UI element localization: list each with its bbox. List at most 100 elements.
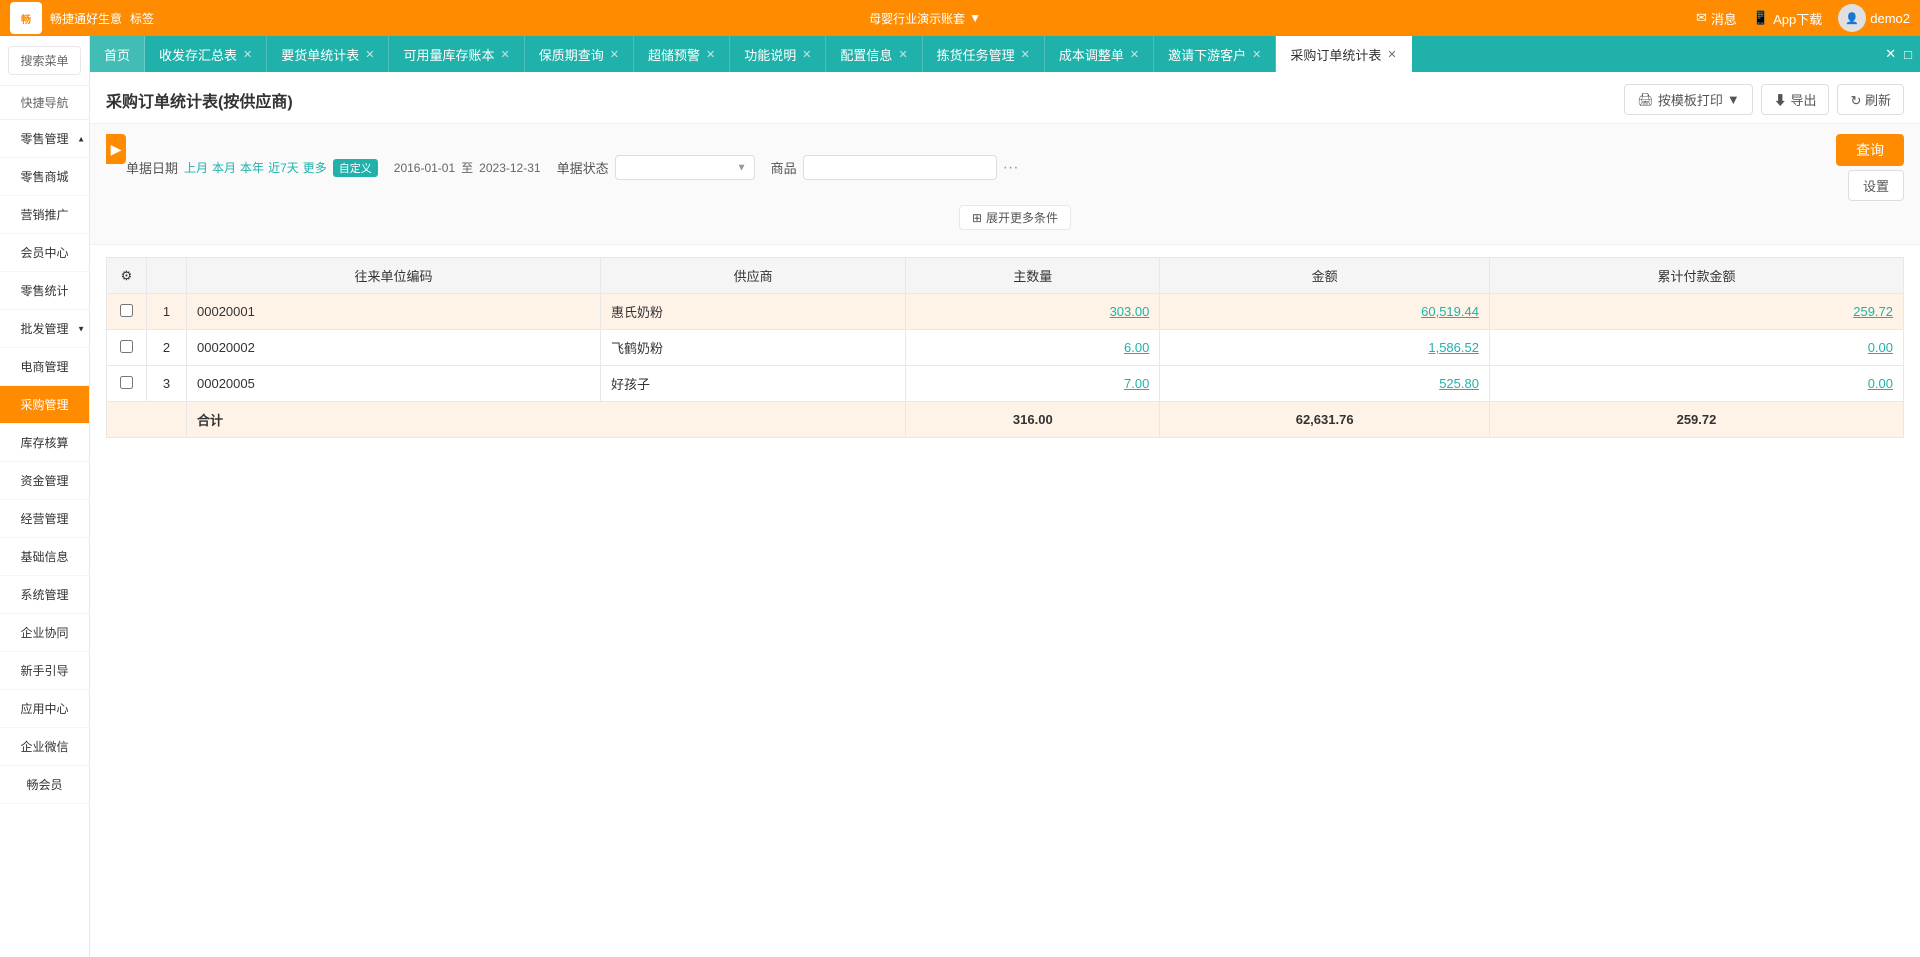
data-table: ⚙ 往来单位编码 供应商 主数量 金额 累计付款金额 1 xyxy=(106,257,1904,438)
sidebar-item-retail-stats[interactable]: 零售统计 xyxy=(0,272,89,310)
sidebar-item-stock-check[interactable]: 库存核算 xyxy=(0,424,89,462)
goods-input[interactable] xyxy=(803,155,997,180)
tab-invite-downstream-close[interactable]: ✕ xyxy=(1252,48,1261,61)
tab-maximize-btn[interactable]: □ xyxy=(1904,47,1912,62)
sidebar-quick-nav[interactable]: 快捷导航 xyxy=(0,86,89,120)
tab-expiry-query-close[interactable]: ✕ xyxy=(610,48,619,61)
row3-check[interactable] xyxy=(107,366,147,402)
table-row: 1 00020001 惠氏奶粉 303.00 60,519.44 259.72 xyxy=(107,294,1904,330)
tab-available-stock-label: 可用量库存账本 xyxy=(403,45,494,64)
shortcut-this-year[interactable]: 本年 xyxy=(240,159,264,176)
tab-cost-adjust-close[interactable]: ✕ xyxy=(1130,48,1139,61)
sidebar-item-enterprise-collab[interactable]: 企业协同 xyxy=(0,614,89,652)
expand-icon: ⊞ xyxy=(972,211,982,225)
tab-config-info[interactable]: 配置信息 ✕ xyxy=(826,36,922,72)
sidebar-item-app-center[interactable]: 应用中心 xyxy=(0,690,89,728)
sidebar-item-wholesale-mgmt[interactable]: 批发管理 xyxy=(0,310,89,348)
tab-purchase-stats-close[interactable]: ✕ xyxy=(1387,48,1396,61)
app-download-btn[interactable]: 📱 App下载 xyxy=(1753,9,1822,28)
filter-body: 单据日期 上月 本月 本年 近7天 更多 自定义 xyxy=(126,134,1904,234)
sidebar-item-ops-mgmt[interactable]: 经营管理 xyxy=(0,500,89,538)
row3-paid-amount[interactable]: 0.00 xyxy=(1489,366,1903,402)
row2-paid-amount[interactable]: 0.00 xyxy=(1489,330,1903,366)
table-row: 2 00020002 飞鹤奶粉 6.00 1,586.52 0.00 xyxy=(107,330,1904,366)
sidebar-search-section: 搜索菜单 xyxy=(0,36,89,86)
table-container: ⚙ 往来单位编码 供应商 主数量 金额 累计付款金额 1 xyxy=(90,257,1920,454)
sidebar-item-enterprise-wechat[interactable]: 企业微信 xyxy=(0,728,89,766)
sidebar-item-marketing[interactable]: 营销推广 xyxy=(0,196,89,234)
tab-cost-adjust[interactable]: 成本调整单 ✕ xyxy=(1045,36,1154,72)
sidebar-item-new-guide[interactable]: 新手引导 xyxy=(0,652,89,690)
user-avatar-btn[interactable]: 👤 demo2 xyxy=(1838,4,1910,32)
tab-available-stock-close[interactable]: ✕ xyxy=(501,48,510,61)
settings-btn[interactable]: 设置 xyxy=(1848,170,1904,201)
query-btn[interactable]: 查询 xyxy=(1836,134,1904,166)
search-menu-btn[interactable]: 搜索菜单 xyxy=(8,46,81,75)
tab-overstock[interactable]: 超储预警 ✕ xyxy=(634,36,730,72)
date-to: 2023-12-31 xyxy=(479,161,540,175)
sidebar-item-member-center[interactable]: 会员中心 xyxy=(0,234,89,272)
print-btn[interactable]: 🖨 按模板打印 ▼ xyxy=(1624,84,1752,115)
table-body: 1 00020001 惠氏奶粉 303.00 60,519.44 259.72 … xyxy=(107,294,1904,402)
row1-paid-amount[interactable]: 259.72 xyxy=(1489,294,1903,330)
goods-more-icon[interactable]: ··· xyxy=(1003,159,1019,177)
refresh-btn[interactable]: ↻ 刷新 xyxy=(1837,84,1904,115)
tab-goods-stats-label: 要货单统计表 xyxy=(281,45,359,64)
sidebar-item-basic-info[interactable]: 基础信息 xyxy=(0,538,89,576)
message-btn[interactable]: ✉ 消息 xyxy=(1696,9,1737,28)
username-label: demo2 xyxy=(1870,11,1910,26)
tab-available-stock[interactable]: 可用量库存账本 ✕ xyxy=(389,36,524,72)
col-settings[interactable]: ⚙ xyxy=(107,258,147,294)
row3-checkbox[interactable] xyxy=(120,376,133,389)
tab-receive-send[interactable]: 收发存汇总表 ✕ xyxy=(145,36,267,72)
tab-expiry-query[interactable]: 保质期查询 ✕ xyxy=(525,36,634,72)
tab-overstock-close[interactable]: ✕ xyxy=(706,48,715,61)
row2-amount[interactable]: 1,586.52 xyxy=(1160,330,1490,366)
tab-config-info-close[interactable]: ✕ xyxy=(898,48,907,61)
sidebar-item-sys-mgmt[interactable]: 系统管理 xyxy=(0,576,89,614)
shortcut-this-month[interactable]: 本月 xyxy=(212,159,236,176)
tab-function-desc-close[interactable]: ✕ xyxy=(802,48,811,61)
row1-amount[interactable]: 60,519.44 xyxy=(1160,294,1490,330)
print-icon: 🖨 xyxy=(1637,92,1654,108)
tab-receive-send-close[interactable]: ✕ xyxy=(243,48,252,61)
expand-more-btn[interactable]: ⊞ 展开更多条件 xyxy=(959,205,1071,230)
row3-amount[interactable]: 525.80 xyxy=(1160,366,1490,402)
shortcut-more[interactable]: 更多 xyxy=(303,159,327,176)
sidebar-item-retail-shop[interactable]: 零售商城 xyxy=(0,158,89,196)
row1-checkbox[interactable] xyxy=(120,304,133,317)
filter-date-group: 单据日期 上月 本月 本年 近7天 更多 自定义 xyxy=(126,158,378,177)
tab-purchase-stats[interactable]: 采购订单统计表 ✕ xyxy=(1276,36,1411,72)
tab-invite-downstream[interactable]: 邀请下游客户 ✕ xyxy=(1154,36,1276,72)
shortcut-7days[interactable]: 近7天 xyxy=(268,159,299,176)
shortcut-last-month[interactable]: 上月 xyxy=(184,159,208,176)
tab-pick-task[interactable]: 拣货任务管理 ✕ xyxy=(923,36,1045,72)
tab-goods-stats[interactable]: 要货单统计表 ✕ xyxy=(267,36,389,72)
tab-home[interactable]: 首页 xyxy=(90,36,145,72)
status-select[interactable] xyxy=(615,155,755,180)
filter-toggle-arrow[interactable]: ▶ xyxy=(106,134,126,164)
tab-goods-stats-close[interactable]: ✕ xyxy=(365,48,374,61)
workspace-dropdown[interactable]: 母婴行业演示账套 ▼ xyxy=(869,10,981,27)
row1-check[interactable] xyxy=(107,294,147,330)
row1-idx: 1 xyxy=(147,294,187,330)
sidebar-item-purchase-mgmt[interactable]: 采购管理 xyxy=(0,386,89,424)
date-shortcuts: 上月 本月 本年 近7天 更多 xyxy=(184,159,327,176)
row1-main-qty[interactable]: 303.00 xyxy=(906,294,1160,330)
row2-check[interactable] xyxy=(107,330,147,366)
sidebar-item-ecommerce-mgmt[interactable]: 电商管理 xyxy=(0,348,89,386)
expand-more-row: ⊞ 展开更多条件 xyxy=(126,201,1904,234)
tab-close-all-btn[interactable]: ✕ xyxy=(1885,46,1896,62)
col-main-qty: 主数量 xyxy=(906,258,1160,294)
row2-main-qty[interactable]: 6.00 xyxy=(906,330,1160,366)
content-area: 首页 收发存汇总表 ✕ 要货单统计表 ✕ 可用量库存账本 ✕ 保质期查询 ✕ 超… xyxy=(90,36,1920,957)
sidebar-item-retail-mgmt[interactable]: 零售管理 xyxy=(0,120,89,158)
row3-main-qty[interactable]: 7.00 xyxy=(906,366,1160,402)
sidebar-item-vip-member[interactable]: 畅会员 xyxy=(0,766,89,804)
tab-function-desc[interactable]: 功能说明 ✕ xyxy=(730,36,826,72)
row2-checkbox[interactable] xyxy=(120,340,133,353)
tab-pick-task-close[interactable]: ✕ xyxy=(1021,48,1030,61)
export-btn[interactable]: ⬇ 导出 xyxy=(1761,84,1830,115)
sidebar-item-capital-mgmt[interactable]: 资金管理 xyxy=(0,462,89,500)
workspace-name: 母婴行业演示账套 xyxy=(869,10,965,27)
